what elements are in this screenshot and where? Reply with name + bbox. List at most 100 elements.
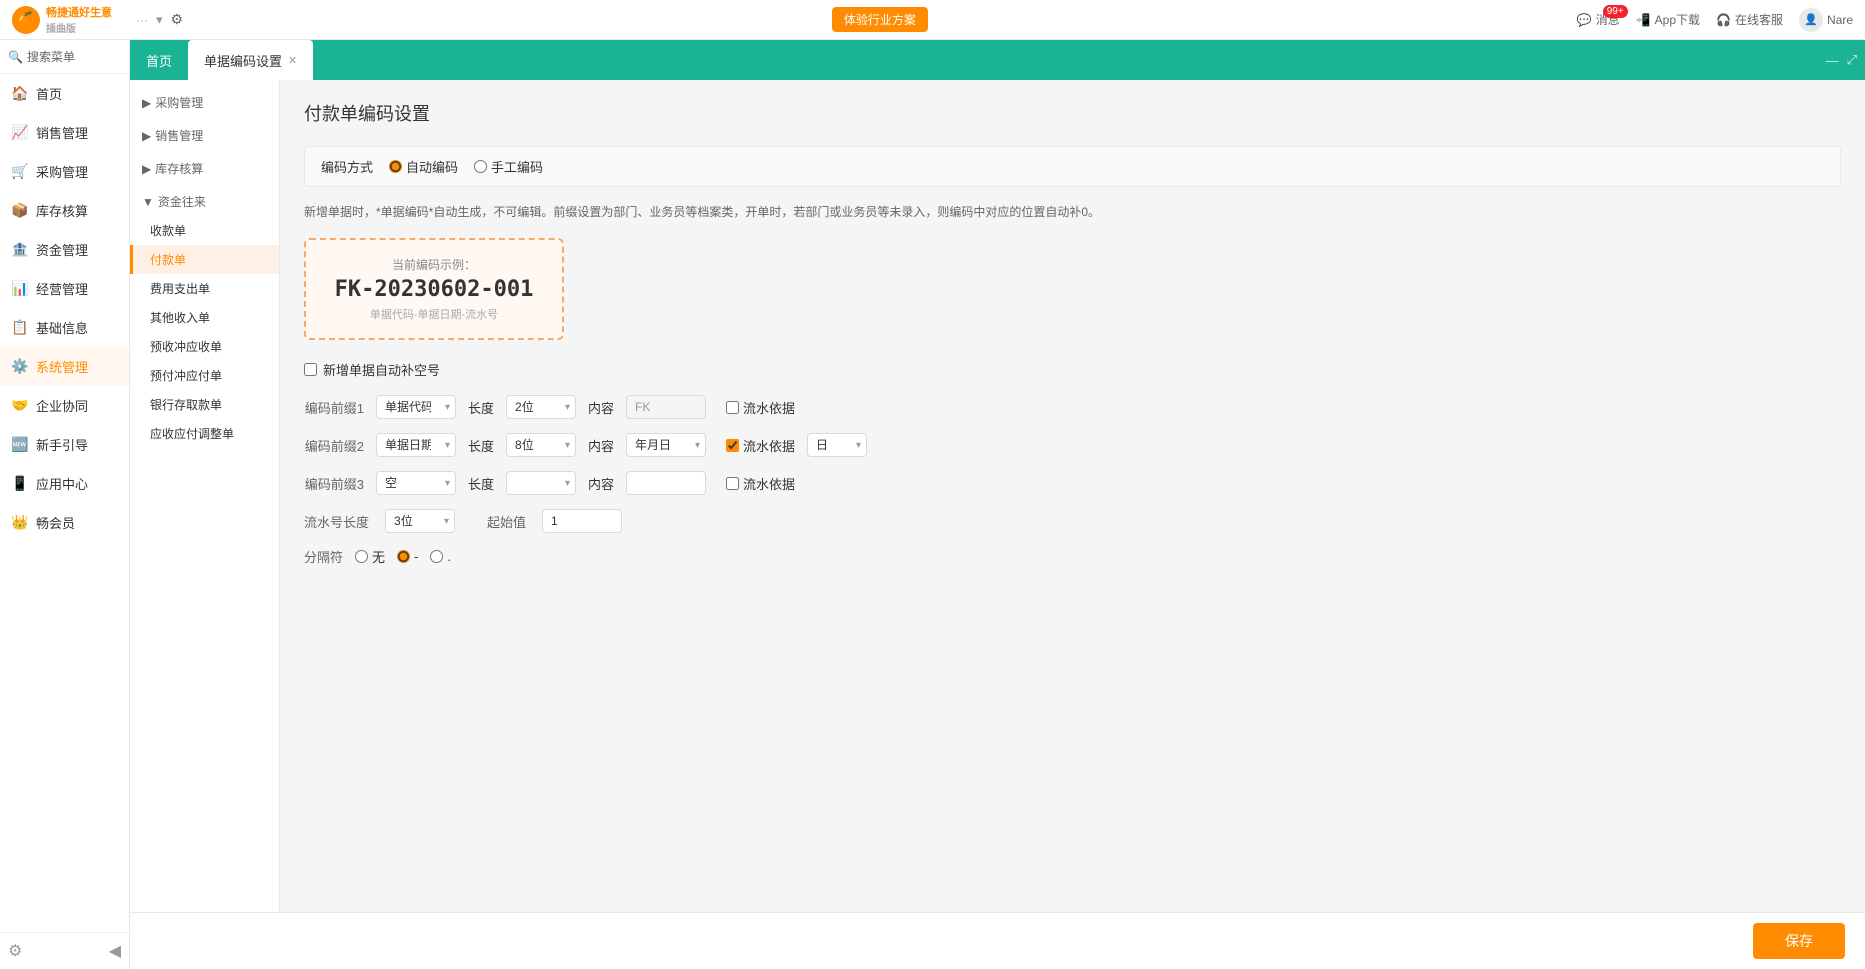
tab-home[interactable]: 首页: [130, 40, 188, 80]
auto-fill-label: 新增单据自动补空号: [323, 360, 440, 379]
separator-dash-radio[interactable]: [397, 550, 410, 563]
message-button[interactable]: 💬 消息 99+: [1577, 11, 1620, 28]
sub-nav-item-prepaid-recv[interactable]: 预收冲应收单: [130, 332, 279, 361]
sidebar-label-enterprise: 企业协同: [36, 396, 88, 415]
sub-nav-item-bank-deposit[interactable]: 银行存取款单: [130, 390, 279, 419]
sub-nav-item-receipt[interactable]: 收款单: [130, 216, 279, 245]
prefix3-select[interactable]: 空: [376, 471, 456, 495]
online-service-button[interactable]: 🎧 在线客服: [1716, 11, 1783, 28]
tab-expand-icon[interactable]: ⤢: [1847, 52, 1857, 68]
sub-nav-header-sales[interactable]: ▶ 销售管理: [130, 121, 279, 150]
prefix3-content-input[interactable]: [626, 471, 706, 495]
prefix2-select[interactable]: 单据日期: [376, 433, 456, 457]
sub-nav-item-expense[interactable]: 费用支出单: [130, 274, 279, 303]
sidebar-item-basic[interactable]: 📋 基础信息: [0, 308, 129, 347]
code-preview-sub: 单据代码-单据日期-流水号: [330, 306, 538, 322]
separator-none-label: 无: [372, 547, 385, 566]
industry-solution-button[interactable]: 体验行业方案: [832, 7, 928, 32]
prefix2-day-wrapper: 日: [807, 433, 867, 457]
sidebar-item-member[interactable]: 👑 畅会员: [0, 503, 129, 542]
prefix3-row: 编码前缀3 空 长度 内容: [304, 471, 1841, 495]
user-avatar[interactable]: 👤 Nare: [1799, 8, 1853, 32]
separator-dot-radio[interactable]: [430, 550, 443, 563]
app-download-button[interactable]: 📲 App下载: [1636, 11, 1700, 28]
coding-mode-radio-group: 自动编码 手工编码: [389, 157, 543, 176]
prefix1-length-select[interactable]: 2位: [506, 395, 576, 419]
prefix3-serial-checkbox[interactable]: [726, 477, 739, 490]
manual-coding-radio[interactable]: [474, 160, 487, 173]
sidebar-label-guide: 新手引导: [36, 435, 88, 454]
sidebar-item-sales[interactable]: 📈 销售管理: [0, 113, 129, 152]
sidebar-footer: ⚙ ◀: [0, 932, 129, 969]
main-layout: 🔍 搜索菜单 🏠 首页 📈 销售管理 🛒 采购管理 📦 库存核算 🏦: [0, 40, 1865, 969]
brand-name: 畅捷通好生意: [46, 4, 112, 20]
tab-minimize-icon[interactable]: —: [1826, 53, 1839, 68]
separator-none-radio[interactable]: [355, 550, 368, 563]
serial-row: 流水号长度 3位 起始值: [304, 509, 1841, 533]
sub-nav-header-inventory[interactable]: ▶ 库存核算: [130, 154, 279, 183]
sub-nav-item-payment[interactable]: 付款单: [130, 245, 279, 274]
prefix2-content-select[interactable]: 年月日: [626, 433, 706, 457]
prefix2-serial-checkbox[interactable]: [726, 439, 739, 452]
start-value-input[interactable]: [542, 509, 622, 533]
message-badge: 99+: [1603, 5, 1628, 18]
save-button[interactable]: 保存: [1753, 923, 1845, 959]
coding-mode-bar: 编码方式 自动编码 手工编码: [304, 146, 1841, 187]
sidebar-label-home: 首页: [36, 84, 62, 103]
sub-nav-item-prepaid-pay[interactable]: 预付冲应付单: [130, 361, 279, 390]
prefix2-content-wrapper: 年月日: [626, 433, 706, 457]
sidebar-item-enterprise[interactable]: 🤝 企业协同: [0, 386, 129, 425]
sidebar-item-guide[interactable]: 🆕 新手引导: [0, 425, 129, 464]
app-download-label: App下载: [1655, 11, 1700, 28]
prefix3-serial-text: 流水依据: [743, 474, 795, 493]
serial-length-select[interactable]: 3位: [385, 509, 455, 533]
home-icon: 🏠: [12, 86, 28, 102]
sub-nav-group-sales: ▶ 销售管理: [130, 121, 279, 150]
top-bar-left: 🍊 畅捷通好生意 插曲版 ··· ▾ ⚙: [12, 4, 183, 35]
tab-close-icon[interactable]: ✕: [288, 54, 297, 67]
auto-coding-option[interactable]: 自动编码: [389, 157, 458, 176]
settings-icon[interactable]: ⚙: [171, 11, 184, 28]
sub-nav-item-other-income[interactable]: 其他收入单: [130, 303, 279, 332]
prefix3-content-label: 内容: [588, 474, 614, 493]
app-download-icon: 📲: [1636, 13, 1651, 27]
sidebar-label-operation: 经营管理: [36, 279, 88, 298]
prefix2-day-select[interactable]: 日: [807, 433, 867, 457]
sidebar-item-apps[interactable]: 📱 应用中心: [0, 464, 129, 503]
auto-fill-checkbox[interactable]: [304, 363, 317, 376]
sub-nav-group-capital: ▼ 资金往来 收款单 付款单 费用支出单 其他收入单 预收冲应收单 预付冲应付单…: [130, 187, 279, 448]
separator-none-option[interactable]: 无: [355, 547, 385, 566]
sub-nav-header-capital[interactable]: ▼ 资金往来: [130, 187, 279, 216]
tab-bar: 首页 单据编码设置 ✕ — ⤢: [130, 40, 1865, 80]
sub-nav-item-ar-ap-adjust[interactable]: 应收应付调整单: [130, 419, 279, 448]
tab-coding[interactable]: 单据编码设置 ✕: [188, 40, 313, 80]
sidebar-item-operation[interactable]: 📊 经营管理: [0, 269, 129, 308]
auto-coding-label: 自动编码: [406, 157, 458, 176]
manual-coding-option[interactable]: 手工编码: [474, 157, 543, 176]
search-menu-label: 搜索菜单: [27, 48, 75, 65]
auto-coding-radio[interactable]: [389, 160, 402, 173]
collapse-icon[interactable]: ◀: [109, 941, 121, 961]
sub-nav-header-purchase[interactable]: ▶ 采购管理: [130, 88, 279, 117]
separator-dash-option[interactable]: -: [397, 549, 418, 564]
prefix3-length-wrapper: [506, 471, 576, 495]
prefix3-length-select[interactable]: [506, 471, 576, 495]
prefix2-serial-label[interactable]: 流水依据: [726, 436, 795, 455]
sidebar-item-purchase[interactable]: 🛒 采购管理: [0, 152, 129, 191]
prefix1-serial-label[interactable]: 流水依据: [726, 398, 795, 417]
prefix2-length-select[interactable]: 8位: [506, 433, 576, 457]
sidebar-item-home[interactable]: 🏠 首页: [0, 74, 129, 113]
prefix3-serial-label[interactable]: 流水依据: [726, 474, 795, 493]
sub-nav-group-purchase: ▶ 采购管理: [130, 88, 279, 117]
sidebar-item-finance[interactable]: 🏦 资金管理: [0, 230, 129, 269]
settings-footer-icon[interactable]: ⚙: [8, 941, 22, 961]
search-menu-button[interactable]: 🔍 搜索菜单: [0, 40, 129, 74]
separator-dot-option[interactable]: .: [430, 549, 451, 564]
prefix1-serial-checkbox[interactable]: [726, 401, 739, 414]
prefix1-select[interactable]: 单据代码: [376, 395, 456, 419]
dropdown-arrow-icon[interactable]: ▾: [156, 12, 163, 28]
sidebar-item-inventory[interactable]: 📦 库存核算: [0, 191, 129, 230]
sidebar-item-system[interactable]: ⚙️ 系统管理: [0, 347, 129, 386]
sub-nav-label-purchase: 采购管理: [155, 94, 203, 111]
tab-coding-label: 单据编码设置: [204, 51, 282, 70]
